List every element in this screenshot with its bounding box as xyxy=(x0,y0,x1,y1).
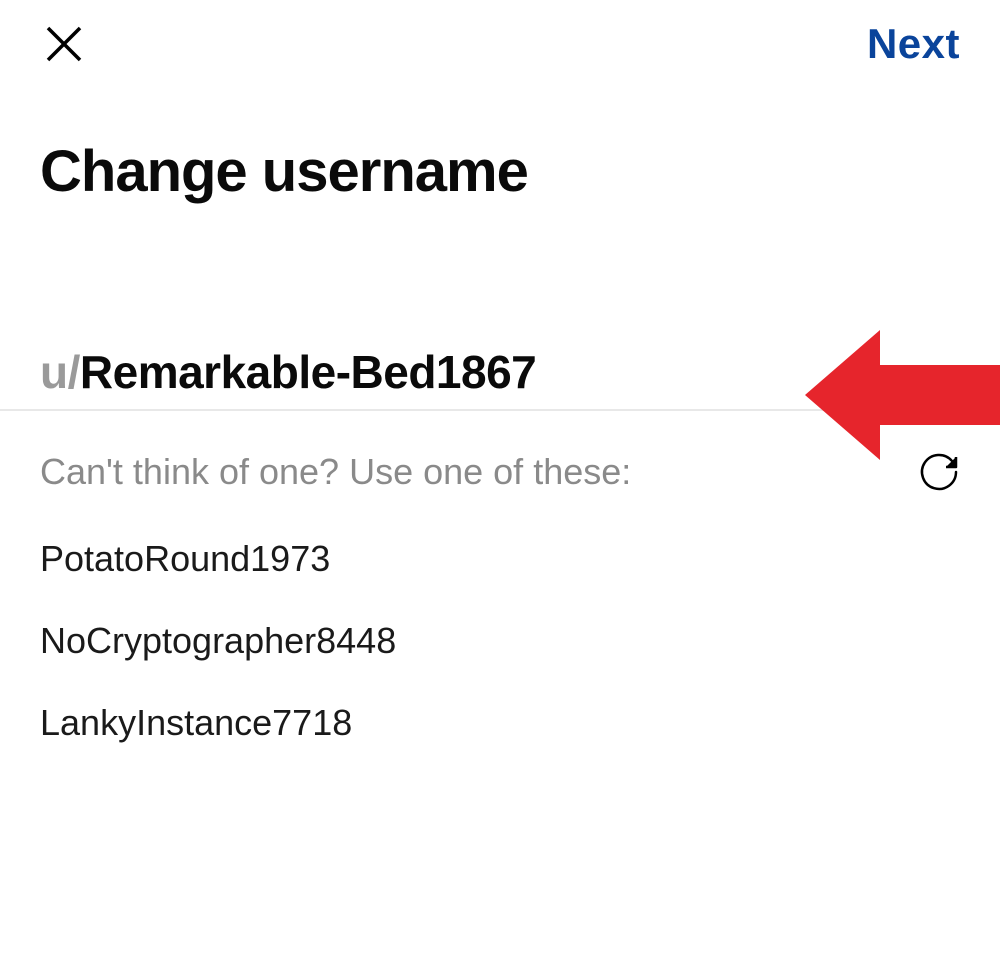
refresh-icon xyxy=(918,451,960,493)
next-button[interactable]: Next xyxy=(867,20,960,68)
username-field[interactable]: u/ xyxy=(0,235,1000,411)
close-icon xyxy=(40,20,88,68)
page-title: Change username xyxy=(0,78,1000,235)
username-input[interactable] xyxy=(80,345,960,399)
username-prefix: u/ xyxy=(40,345,80,399)
close-button[interactable] xyxy=(40,20,88,68)
suggestion-item[interactable]: PotatoRound1973 xyxy=(40,518,960,600)
refresh-button[interactable] xyxy=(918,451,960,493)
header: Next xyxy=(0,0,1000,78)
suggestion-label: Can't think of one? Use one of these: xyxy=(40,451,631,493)
suggestion-item[interactable]: LankyInstance7718 xyxy=(40,682,960,764)
suggestion-item[interactable]: NoCryptographer8448 xyxy=(40,600,960,682)
suggestion-list: PotatoRound1973 NoCryptographer8448 Lank… xyxy=(0,518,1000,764)
suggestion-header: Can't think of one? Use one of these: xyxy=(0,411,1000,518)
